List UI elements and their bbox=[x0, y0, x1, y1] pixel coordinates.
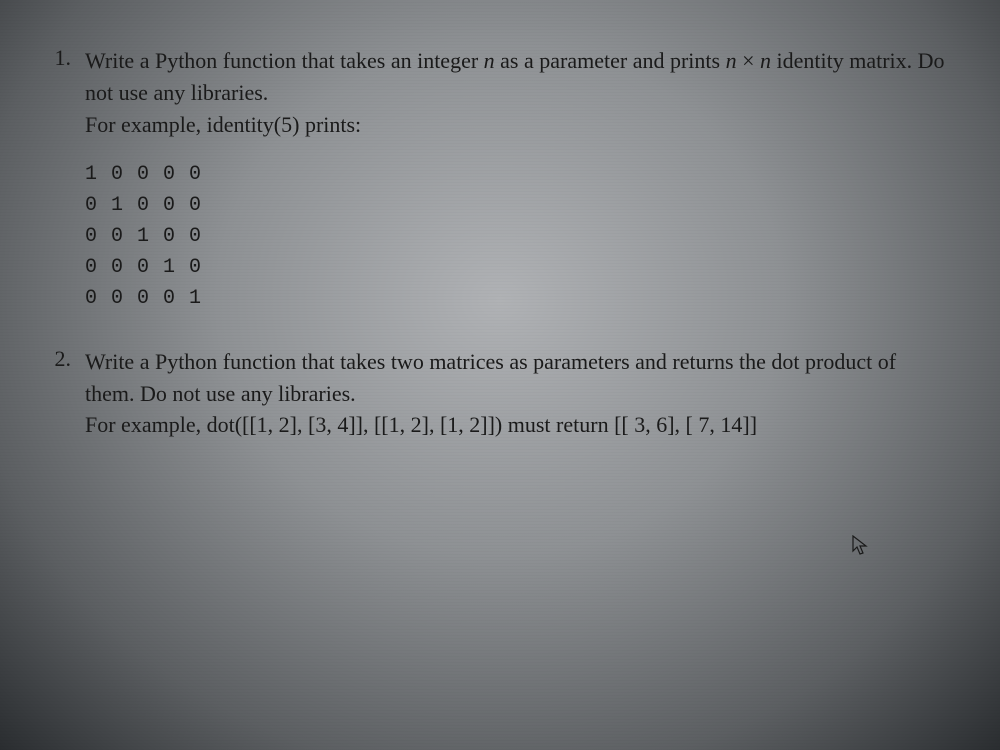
identity-matrix-output: 1 0 0 0 0 0 1 0 0 0 0 0 1 0 0 0 0 0 1 0 … bbox=[85, 159, 945, 314]
question-number: 1. bbox=[45, 45, 71, 314]
q2-text-b: For example, dot([[1, 2], [3, 4]], [[1, … bbox=[85, 412, 757, 437]
q1-var-n2: n bbox=[726, 48, 737, 73]
q1-times: × bbox=[737, 48, 760, 73]
question-content: Write a Python function that takes an in… bbox=[85, 45, 945, 314]
q1-text-d: For example, identity(5) prints: bbox=[85, 112, 361, 137]
question-list: 1. Write a Python function that takes an… bbox=[45, 45, 945, 441]
question-number: 2. bbox=[45, 346, 71, 442]
question-2: 2. Write a Python function that takes tw… bbox=[45, 346, 945, 442]
question-1: 1. Write a Python function that takes an… bbox=[45, 45, 945, 314]
q1-text-b: as a parameter and prints bbox=[495, 48, 726, 73]
q1-text-a: Write a Python function that takes an in… bbox=[85, 48, 484, 73]
question-content: Write a Python function that takes two m… bbox=[85, 346, 945, 442]
q2-text-a: Write a Python function that takes two m… bbox=[85, 349, 896, 406]
mouse-cursor-icon bbox=[852, 535, 868, 557]
q1-var-n3: n bbox=[760, 48, 771, 73]
q1-var-n: n bbox=[484, 48, 495, 73]
